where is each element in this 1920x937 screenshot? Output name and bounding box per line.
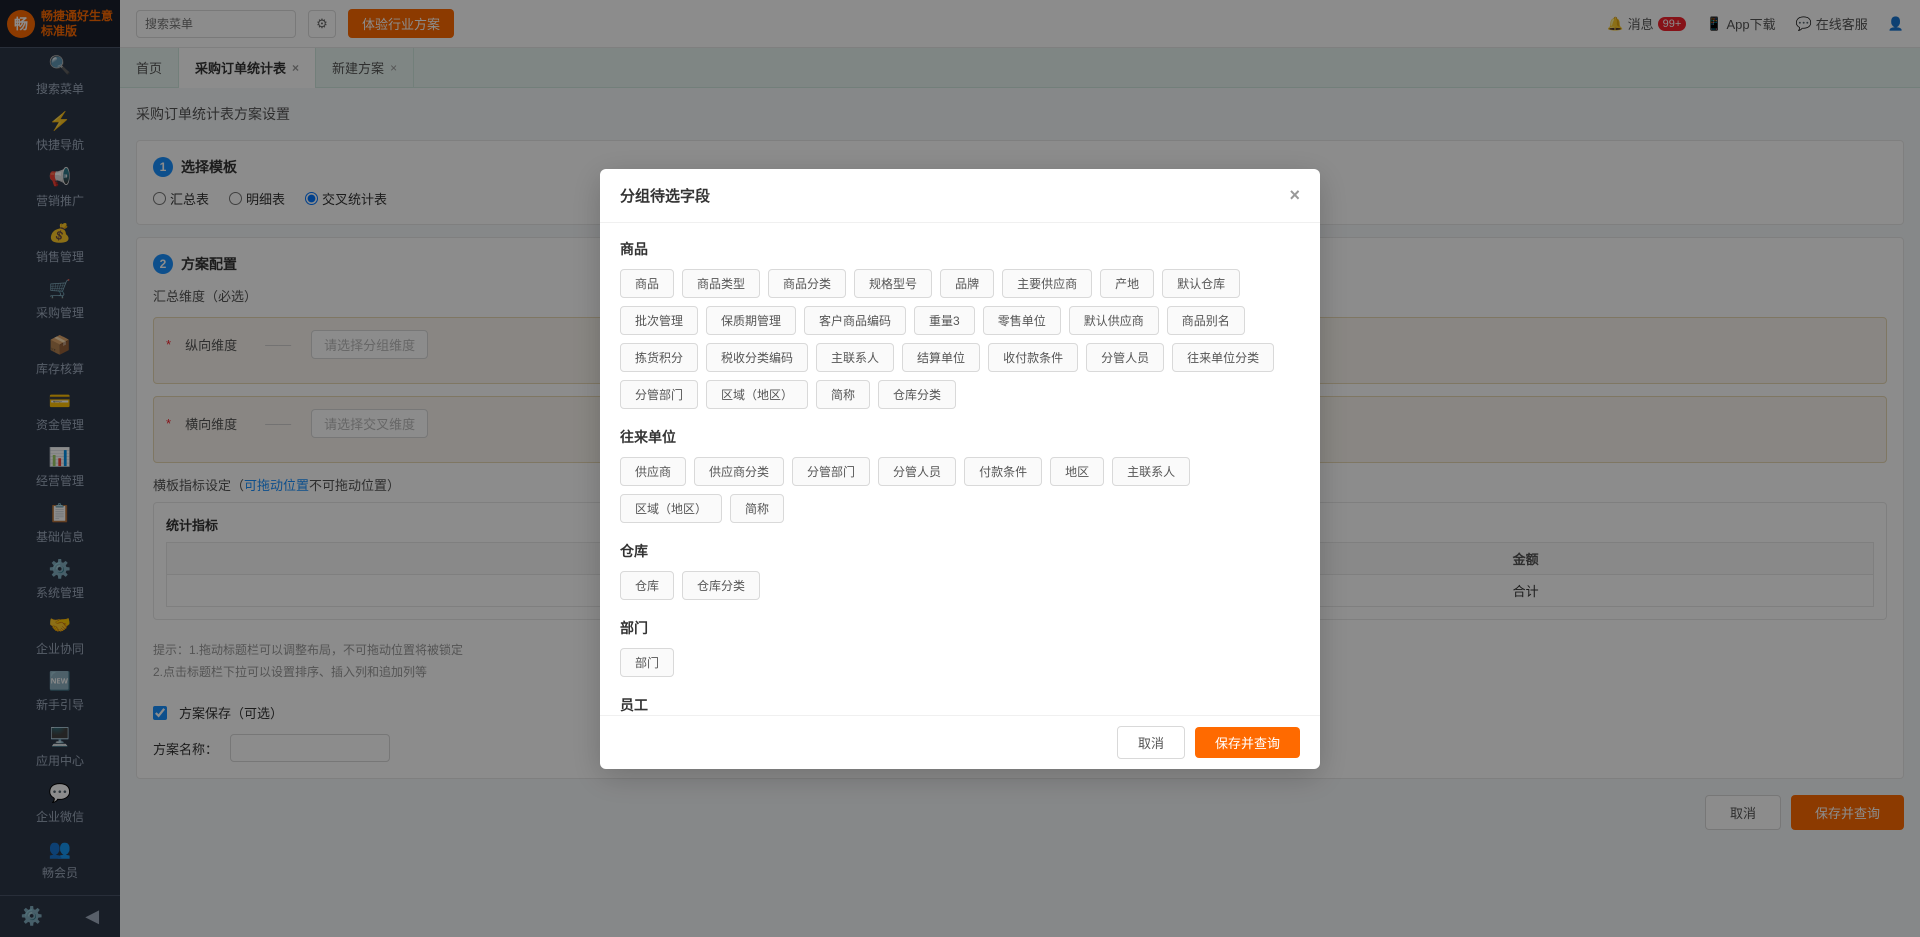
field-tag[interactable]: 分管部门 [620,380,698,409]
field-tag[interactable]: 产地 [1100,269,1154,298]
field-tag[interactable]: 分管人员 [878,457,956,486]
dept-field-tags: 部门 [620,648,1300,677]
field-tag[interactable]: 客户商品编码 [804,306,906,335]
dept-group-title: 部门 [620,618,1300,638]
field-tag[interactable]: 主联系人 [1112,457,1190,486]
field-tag[interactable]: 简称 [816,380,870,409]
field-tag[interactable]: 主联系人 [816,343,894,372]
field-tag[interactable]: 保质期管理 [706,306,796,335]
employee-group-title: 员工 [620,695,1300,715]
field-tag[interactable]: 商品类型 [682,269,760,298]
field-tag[interactable]: 商品别名 [1167,306,1245,335]
field-tag[interactable]: 结算单位 [902,343,980,372]
partner-field-tags: 供应商 供应商分类 分管部门 分管人员 付款条件 地区 主联系人 区域（地区） … [620,457,1300,523]
field-group-partner: 往来单位 供应商 供应商分类 分管部门 分管人员 付款条件 地区 主联系人 区域… [620,427,1300,523]
field-tag[interactable]: 商品 [620,269,674,298]
modal-cancel-button[interactable]: 取消 [1117,726,1185,759]
field-tag[interactable]: 简称 [730,494,784,523]
field-tag[interactable]: 仓库分类 [682,571,760,600]
modal-confirm-button[interactable]: 保存并查询 [1195,727,1300,758]
field-tag[interactable]: 区域（地区） [706,380,808,409]
field-tag[interactable]: 分管人员 [1086,343,1164,372]
modal-overlay[interactable]: 分组待选字段 × 商品 商品 商品类型 商品分类 规格型号 品牌 主要供应商 产… [0,0,1920,937]
field-tag[interactable]: 默认仓库 [1162,269,1240,298]
field-tag[interactable]: 供应商 [620,457,686,486]
field-tag[interactable]: 收付款条件 [988,343,1078,372]
field-tag[interactable]: 付款条件 [964,457,1042,486]
field-tag[interactable]: 品牌 [940,269,994,298]
field-group-warehouse: 仓库 仓库 仓库分类 [620,541,1300,600]
modal-title: 分组待选字段 [620,185,710,206]
goods-group-title: 商品 [620,239,1300,259]
field-tag[interactable]: 商品分类 [768,269,846,298]
modal-header: 分组待选字段 × [600,169,1320,223]
field-tag[interactable]: 部门 [620,648,674,677]
modal-close-button[interactable]: × [1289,186,1300,204]
field-tag[interactable]: 往来单位分类 [1172,343,1274,372]
field-tag[interactable]: 零售单位 [983,306,1061,335]
field-tag[interactable]: 主要供应商 [1002,269,1092,298]
field-tag[interactable]: 默认供应商 [1069,306,1159,335]
warehouse-field-tags: 仓库 仓库分类 [620,571,1300,600]
field-tag[interactable]: 规格型号 [854,269,932,298]
field-tag[interactable]: 拣货积分 [620,343,698,372]
partner-group-title: 往来单位 [620,427,1300,447]
goods-field-tags: 商品 商品类型 商品分类 规格型号 品牌 主要供应商 产地 默认仓库 批次管理 … [620,269,1300,409]
field-tag[interactable]: 批次管理 [620,306,698,335]
field-tag[interactable]: 地区 [1050,457,1104,486]
field-tag[interactable]: 区域（地区） [620,494,722,523]
field-group-goods: 商品 商品 商品类型 商品分类 规格型号 品牌 主要供应商 产地 默认仓库 批次… [620,239,1300,409]
field-tag[interactable]: 供应商分类 [694,457,784,486]
modal: 分组待选字段 × 商品 商品 商品类型 商品分类 规格型号 品牌 主要供应商 产… [600,169,1320,769]
field-tag[interactable]: 税收分类编码 [706,343,808,372]
field-tag[interactable]: 仓库分类 [878,380,956,409]
field-tag[interactable]: 分管部门 [792,457,870,486]
modal-footer: 取消 保存并查询 [600,715,1320,769]
field-group-employee: 员工 业务员 [620,695,1300,715]
warehouse-group-title: 仓库 [620,541,1300,561]
modal-body: 商品 商品 商品类型 商品分类 规格型号 品牌 主要供应商 产地 默认仓库 批次… [600,223,1320,715]
field-tag[interactable]: 仓库 [620,571,674,600]
field-tag[interactable]: 重量3 [914,306,975,335]
field-group-dept: 部门 部门 [620,618,1300,677]
